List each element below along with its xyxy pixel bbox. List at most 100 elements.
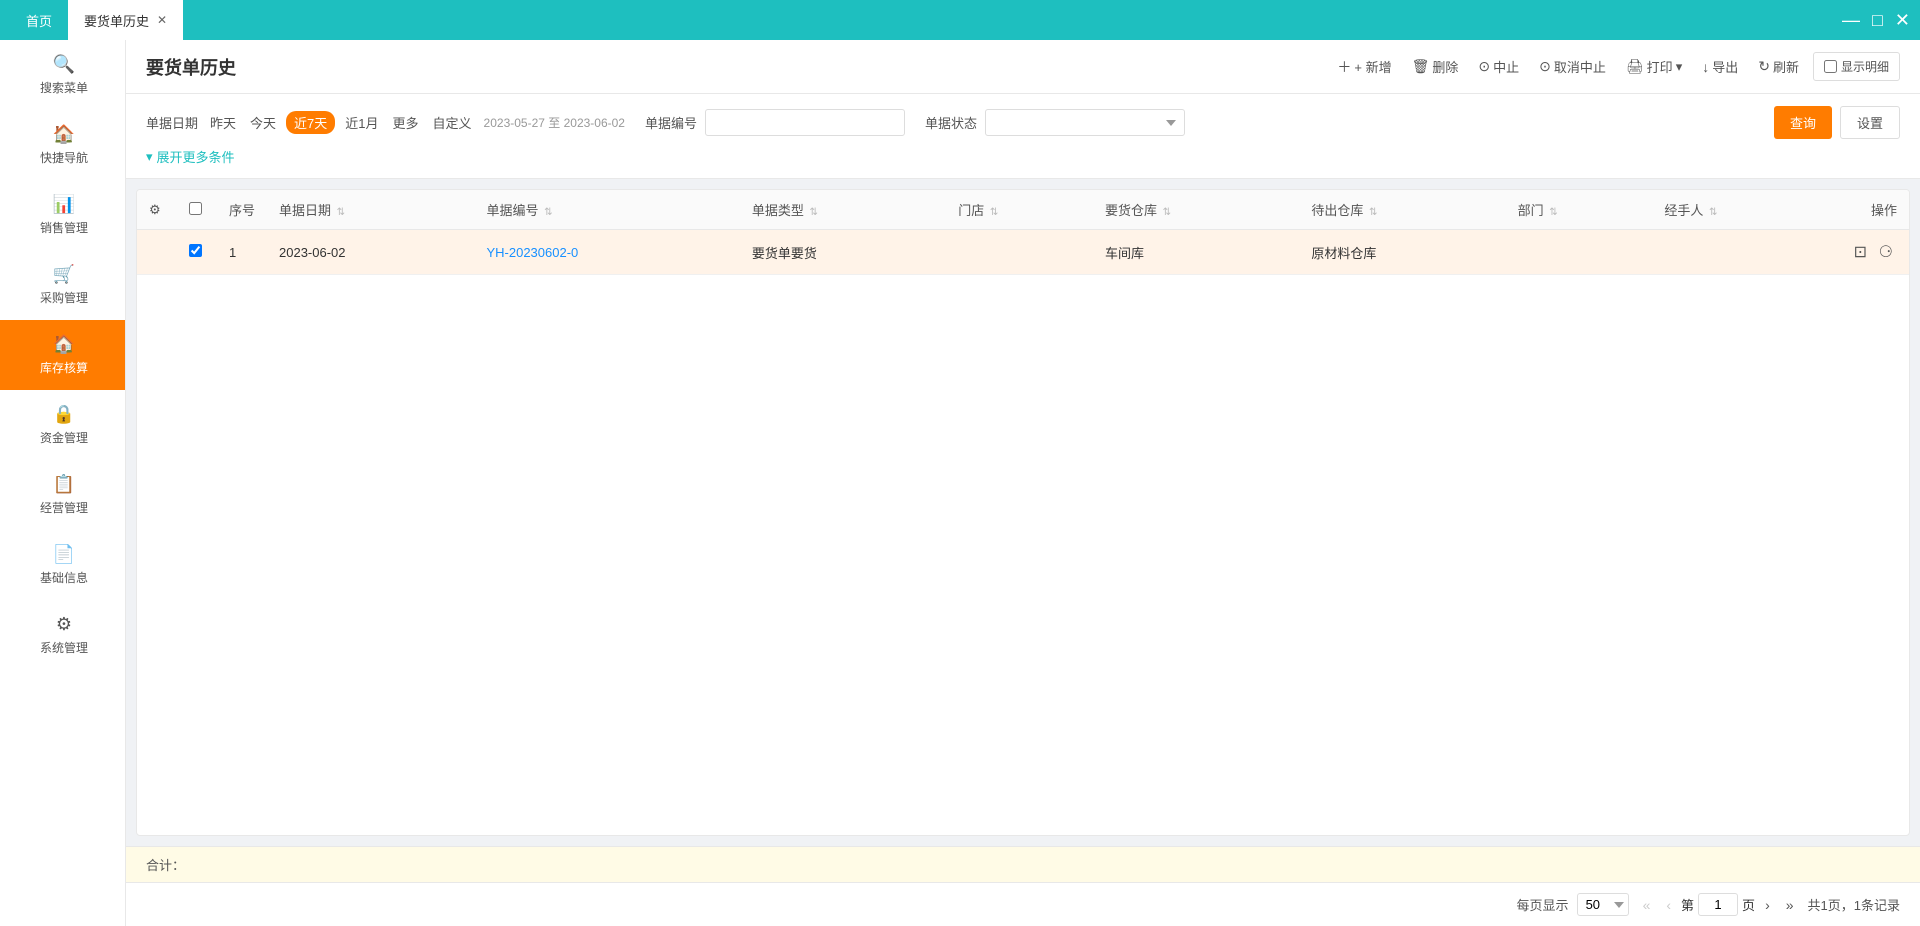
col-settings[interactable]: ⚙ [137,190,177,230]
sidebar-item-inventory-calc[interactable]: 🏠 库存核算 [0,320,125,390]
sidebar-item-purchase-mgmt[interactable]: 🛒 采购管理 [0,250,125,320]
row-settings-cell [137,230,177,275]
row-store [946,230,1093,275]
sidebar-item-finance-mgmt[interactable]: 🔒 资金管理 [0,390,125,460]
query-button[interactable]: 查询 [1774,106,1832,139]
first-page-button[interactable]: « [1637,894,1657,916]
inventory-icon: 🏠 [53,334,75,355]
print-button[interactable]: 🖨 打印 ▾ [1620,53,1688,80]
status-label: 单据状态 [925,113,977,132]
col-action: 操作 [1829,190,1909,230]
doc-number-input[interactable] [705,109,905,136]
tab-home[interactable]: 首页 [10,0,68,40]
operations-icon: 📋 [53,474,75,495]
page-title: 要货单历史 [146,54,236,80]
doc-number-link[interactable]: YH-20230602-0 [486,245,578,260]
sidebar-item-search-menu[interactable]: 🔍 搜索菜单 [0,40,125,110]
date-yesterday[interactable]: 昨天 [206,111,240,134]
basic-info-icon: 📄 [53,544,75,565]
sort-icon-doc-type: ⇅ [810,207,818,218]
col-index: 序号 [217,190,267,230]
doc-number-filter: 单据编号 [645,109,905,136]
row-doc-number: YH-20230602-0 [474,230,739,275]
tab-requisition-history[interactable]: 要货单历史 ✕ [68,0,183,40]
col-pending-warehouse[interactable]: 待出仓库 ⇅ [1299,190,1505,230]
display-detail-checkbox[interactable] [1824,60,1837,73]
expand-more-button[interactable]: ▾ 展开更多条件 [146,147,1900,166]
summary-label: 合计： [146,855,185,874]
sort-icon-department: ⇅ [1549,207,1557,218]
export-button[interactable]: ↓ 导出 [1696,53,1744,80]
page-number-input[interactable] [1698,893,1738,916]
finance-icon: 🔒 [53,404,75,425]
table-body: 1 2023-06-02 YH-20230602-0 要货单要货 车间库 原材料… [137,230,1909,275]
date-today[interactable]: 今天 [246,111,280,134]
sidebar-item-basic-info[interactable]: 📄 基础信息 [0,530,125,600]
col-doc-number[interactable]: 单据编号 ⇅ [474,190,739,230]
sidebar-item-quick-nav[interactable]: 🏠 快捷导航 [0,110,125,180]
date-more[interactable]: 更多 [389,111,423,134]
row-view-button[interactable]: ⊡ [1850,240,1871,264]
date-custom[interactable]: 自定义 [429,111,476,134]
status-select[interactable] [985,109,1185,136]
stop-icon: ⊙ [1478,58,1490,75]
last-page-button[interactable]: » [1780,894,1800,916]
date-shortcuts: 昨天 今天 近7天 近1月 更多 自定义 [206,111,476,134]
row-index: 1 [217,230,267,275]
row-department [1506,230,1653,275]
new-button[interactable]: ＋ + 新增 [1331,53,1397,81]
pagination: 每页显示 50 10 20 100 « ‹ 第 页 › » 共1页，1条记录 [126,882,1920,926]
plus-icon: ＋ [1337,57,1351,77]
delete-button[interactable]: 🗑 删除 [1406,53,1465,80]
refresh-icon: ↻ [1758,58,1770,75]
window-maximize-button[interactable]: □ [1872,10,1883,31]
sidebar-item-operations-mgmt[interactable]: 📋 经营管理 [0,460,125,530]
main-layout: 🔍 搜索菜单 🏠 快捷导航 📊 销售管理 🛒 采购管理 🏠 库存核算 🔒 [0,40,1920,926]
search-menu-icon: 🔍 [53,54,75,75]
status-filter: 单据状态 [925,109,1185,136]
page-label-first: 第 [1681,895,1694,914]
filter-area: 单据日期 昨天 今天 近7天 近1月 更多 自定义 2023-05-27 至 2… [126,94,1920,179]
quick-nav-icon: 🏠 [53,124,75,145]
col-handler[interactable]: 经手人 ⇅ [1652,190,1829,230]
refresh-button[interactable]: ↻ 刷新 [1752,53,1805,80]
row-checkbox[interactable] [189,244,202,257]
row-more-button[interactable]: ⚆ [1875,240,1897,264]
doc-number-label: 单据编号 [645,113,697,132]
select-all-checkbox[interactable] [189,202,202,215]
window-minimize-button[interactable]: — [1842,10,1860,31]
row-doc-type: 要货单要货 [740,230,946,275]
tab-close-icon[interactable]: ✕ [157,13,167,27]
prev-page-button[interactable]: ‹ [1660,894,1677,916]
sidebar-item-sales-mgmt[interactable]: 📊 销售管理 [0,180,125,250]
header-actions: ＋ + 新增 🗑 删除 ⊙ 中止 ⊙ 取消中止 [1331,52,1900,81]
cancel-stop-button[interactable]: ⊙ 取消中止 [1533,53,1612,80]
next-page-button[interactable]: › [1759,894,1776,916]
sort-icon-doc-number: ⇅ [544,207,552,218]
col-req-warehouse[interactable]: 要货仓库 ⇅ [1093,190,1299,230]
date-last-month[interactable]: 近1月 [341,111,382,134]
col-doc-date[interactable]: 单据日期 ⇅ [267,190,474,230]
col-doc-type[interactable]: 单据类型 ⇅ [740,190,946,230]
sort-icon-doc-date: ⇅ [337,207,345,218]
sidebar-item-system-mgmt[interactable]: ⚙ 系统管理 [0,600,125,670]
table-container: ⚙ 序号 单据日期 ⇅ 单据编号 ⇅ 单据类型 ⇅ 门店 ⇅ 要货仓库 ⇅ 待出… [136,189,1910,836]
table-row[interactable]: 1 2023-06-02 YH-20230602-0 要货单要货 车间库 原材料… [137,230,1909,275]
delete-icon: 🗑 [1412,58,1430,75]
purchase-icon: 🛒 [53,264,75,285]
display-detail-toggle[interactable]: 显示明细 [1813,52,1900,81]
date-filter: 单据日期 昨天 今天 近7天 近1月 更多 自定义 2023-05-27 至 2… [146,111,625,134]
col-department[interactable]: 部门 ⇅ [1506,190,1653,230]
stop-button[interactable]: ⊙ 中止 [1472,53,1525,80]
page-header: 要货单历史 ＋ + 新增 🗑 删除 ⊙ 中止 ⊙ [126,40,1920,94]
window-close-button[interactable]: ✕ [1895,10,1910,31]
export-icon: ↓ [1702,59,1709,75]
col-store[interactable]: 门店 ⇅ [946,190,1093,230]
page-size-select[interactable]: 50 10 20 100 [1577,893,1629,916]
date-last7days[interactable]: 近7天 [286,111,335,134]
page-label-last: 页 [1742,895,1755,914]
settings-button[interactable]: 设置 [1840,106,1900,139]
top-bar: 首页 要货单历史 ✕ — □ ✕ [0,0,1920,40]
row-action-cell: ⊡ ⚆ [1829,230,1909,275]
sidebar: 🔍 搜索菜单 🏠 快捷导航 📊 销售管理 🛒 采购管理 🏠 库存核算 🔒 [0,40,126,926]
